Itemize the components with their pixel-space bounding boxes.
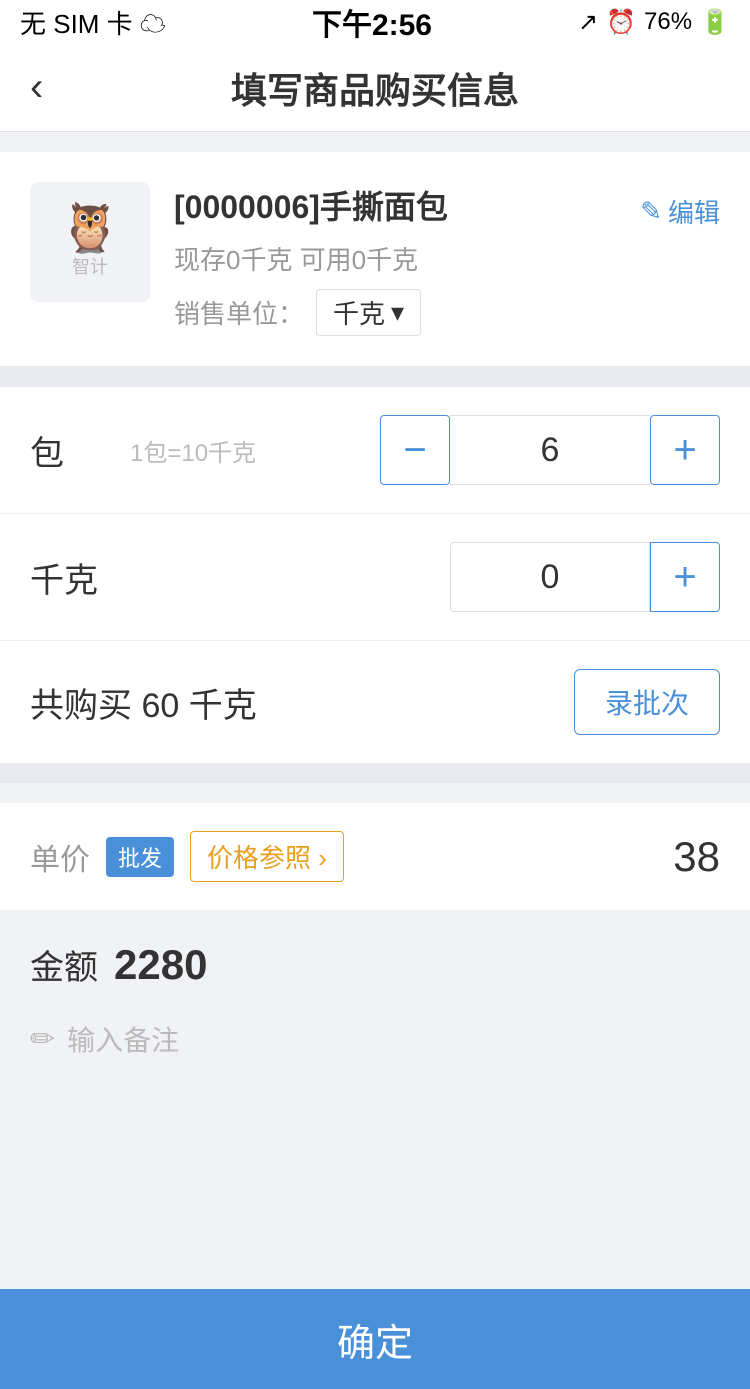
status-left: 无 SIM 卡 ☁	[20, 4, 166, 41]
price-row: 单价 批发 价格参照 › 38	[30, 831, 720, 882]
amount-label: 金额	[30, 940, 98, 989]
status-right: ↗ ⏰ 76% 🔋	[578, 8, 730, 37]
kg-input-row: 千克 +	[0, 514, 750, 641]
battery-level: 76%	[644, 8, 692, 36]
kg-label: 千克	[30, 553, 110, 602]
bao-input-row: 包 1包=10千克 − +	[0, 387, 750, 514]
note-placeholder: 输入备注	[67, 1019, 179, 1059]
unit-label: 销售单位：	[174, 294, 304, 331]
amount-row: 金额 2280	[30, 940, 720, 989]
price-ref-button[interactable]: 价格参照 ›	[190, 831, 344, 882]
total-text: 共购买 60 千克	[30, 678, 257, 727]
section-separator-1	[0, 367, 750, 387]
back-button[interactable]: ‹	[30, 65, 43, 110]
section-separator-2	[0, 763, 750, 783]
product-unit-row: 销售单位： 千克 ▾	[174, 289, 720, 336]
bao-hint: 1包=10千克	[130, 433, 360, 468]
product-image: 🦉 智计	[30, 182, 150, 302]
status-bar: 无 SIM 卡 ☁ 下午2:56 ↗ ⏰ 76% 🔋	[0, 0, 750, 44]
bao-plus-button[interactable]: +	[650, 415, 720, 485]
pencil-icon: ✏	[30, 1022, 55, 1057]
bao-number-control: − +	[380, 415, 720, 485]
nav-bar: ‹ 填写商品购买信息	[0, 44, 750, 132]
unit-select[interactable]: 千克 ▾	[316, 289, 421, 336]
status-time: 下午2:56	[312, 0, 432, 44]
kg-plus-button[interactable]: +	[650, 542, 720, 612]
amount-value: 2280	[114, 941, 207, 989]
product-logo-icon: 🦉	[60, 205, 120, 253]
input-section: 包 1包=10千克 − + 千克 +	[0, 387, 750, 641]
product-stock: 现存0千克 可用0千克	[174, 240, 720, 277]
edit-icon: ✎	[640, 196, 662, 227]
product-card: 🦉 智计 [0000006]手撕面包 ✎ 编辑 现存0千克 可用0千克 销售单位…	[0, 152, 750, 367]
spacer	[0, 1089, 750, 1289]
product-info: [0000006]手撕面包 ✎ 编辑 现存0千克 可用0千克 销售单位： 千克 …	[174, 182, 720, 336]
unit-value: 千克	[333, 294, 385, 331]
battery-icon: 🔋	[700, 8, 730, 37]
bao-input[interactable]	[450, 415, 650, 485]
amount-section: 金额 2280 ✏ 输入备注	[0, 910, 750, 1089]
confirm-button[interactable]: 确定	[0, 1289, 750, 1389]
bao-label: 包	[30, 426, 110, 475]
price-tag: 批发	[106, 837, 174, 877]
batch-button[interactable]: 录批次	[574, 669, 720, 735]
price-value: 38	[673, 833, 720, 881]
edit-button[interactable]: ✎ 编辑	[640, 182, 720, 240]
chevron-down-icon: ▾	[391, 297, 404, 328]
page-title: 填写商品购买信息	[231, 62, 519, 114]
location-icon: ↗	[578, 8, 598, 37]
logo-text: 智计	[72, 253, 108, 279]
product-name: [0000006]手撕面包	[174, 182, 448, 228]
edit-label: 编辑	[668, 193, 720, 230]
bao-minus-button[interactable]: −	[380, 415, 450, 485]
kg-input[interactable]	[450, 542, 650, 612]
sim-status: 无 SIM 卡 ☁	[20, 4, 166, 41]
price-label: 单价	[30, 835, 90, 879]
kg-number-control: +	[450, 542, 720, 612]
price-section: 单价 批发 价格参照 › 38	[0, 803, 750, 910]
alarm-icon: ⏰	[606, 8, 636, 37]
note-row[interactable]: ✏ 输入备注	[30, 1009, 720, 1069]
total-row: 共购买 60 千克 录批次	[0, 641, 750, 763]
